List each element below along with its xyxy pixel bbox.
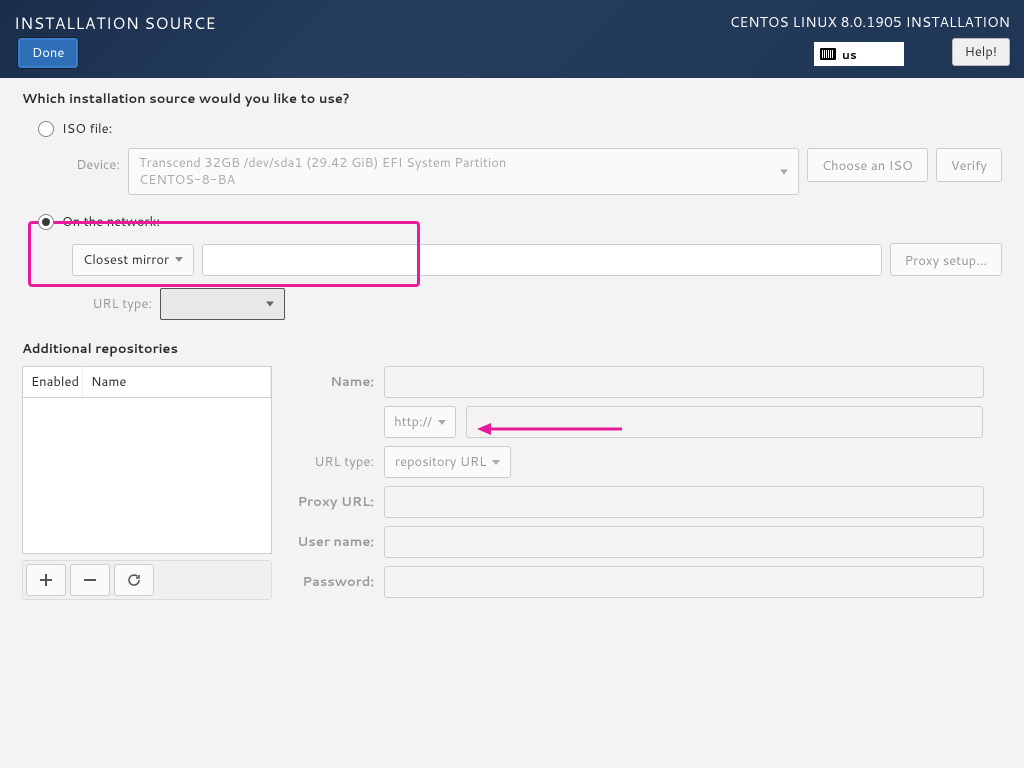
iso-radio[interactable] — [38, 121, 54, 137]
iso-option-row: ISO file: — [22, 120, 1002, 138]
remove-repo-button[interactable] — [70, 564, 110, 596]
device-line2: CENTOS-8-BA — [139, 172, 768, 189]
annotation-highlight — [28, 221, 420, 287]
keyboard-layout-selector[interactable]: us — [814, 42, 904, 66]
repo-urltype-label: URL type: — [296, 453, 374, 471]
chevron-down-icon — [780, 169, 788, 174]
repo-table[interactable]: Enabled Name — [22, 366, 272, 554]
source-question: Which installation source would you like… — [22, 90, 1002, 108]
repo-name-label: Name: — [296, 373, 374, 391]
repo-proxyurl-label: Proxy URL: — [296, 493, 374, 511]
repo-name-input[interactable] — [384, 366, 984, 398]
repo-username-input[interactable] — [384, 526, 984, 558]
repo-url-input[interactable] — [466, 406, 983, 438]
verify-button[interactable]: Verify — [936, 148, 1002, 182]
repo-password-input[interactable] — [384, 566, 984, 598]
device-label: Device: — [68, 148, 120, 174]
repo-password-label: Password: — [296, 573, 374, 591]
device-line1: Transcend 32GB /dev/sda1 (29.42 GiB) EFI… — [139, 155, 768, 172]
product-title: CENTOS LINUX 8.0.1905 INSTALLATION — [730, 12, 1010, 32]
url-type-label: URL type: — [22, 295, 152, 313]
device-combo[interactable]: Transcend 32GB /dev/sda1 (29.42 GiB) EFI… — [128, 148, 799, 195]
network-radio[interactable] — [38, 214, 54, 230]
chevron-down-icon — [266, 302, 274, 307]
repo-table-header: Enabled Name — [23, 367, 271, 398]
url-type-row: URL type: — [22, 288, 1002, 320]
refresh-repo-button[interactable] — [114, 564, 154, 596]
repo-toolbar — [22, 560, 272, 600]
repo-proxyurl-input[interactable] — [384, 486, 984, 518]
add-repo-button[interactable] — [26, 564, 66, 596]
iso-radio-label: ISO file: — [62, 120, 112, 138]
repo-col-enabled[interactable]: Enabled — [23, 367, 83, 397]
choose-iso-button[interactable]: Choose an ISO — [807, 148, 928, 182]
repo-list-panel: Enabled Name — [22, 366, 272, 600]
plus-icon — [39, 573, 53, 587]
refresh-icon — [127, 573, 141, 587]
keyboard-layout-label: us — [842, 46, 857, 63]
repo-proto-dropdown[interactable]: http:// — [384, 406, 456, 438]
repo-form: Name: http:// URL type: repository URL — [296, 366, 1002, 606]
repo-proto-value: http:// — [394, 413, 432, 431]
main-content: Which installation source would you like… — [0, 78, 1024, 618]
repo-col-name[interactable]: Name — [83, 367, 271, 397]
repo-username-label: User name: — [296, 533, 374, 551]
keyboard-icon — [820, 48, 836, 60]
proxy-setup-button[interactable]: Proxy setup... — [890, 243, 1002, 276]
additional-repos-title: Additional repositories — [22, 340, 1002, 358]
header: INSTALLATION SOURCE CENTOS LINUX 8.0.190… — [0, 0, 1024, 78]
minus-icon — [83, 573, 97, 587]
chevron-down-icon — [438, 420, 446, 425]
help-button[interactable]: Help! — [952, 38, 1010, 66]
chevron-down-icon — [492, 460, 500, 465]
repo-urltype-dropdown[interactable]: repository URL — [384, 446, 511, 478]
done-button[interactable]: Done — [18, 38, 78, 68]
device-row: Device: Transcend 32GB /dev/sda1 (29.42 … — [22, 148, 1002, 195]
url-type-combo[interactable] — [160, 288, 285, 320]
additional-repos-section: Enabled Name Name: — [22, 366, 1002, 606]
repo-urltype-value: repository URL — [395, 453, 486, 471]
